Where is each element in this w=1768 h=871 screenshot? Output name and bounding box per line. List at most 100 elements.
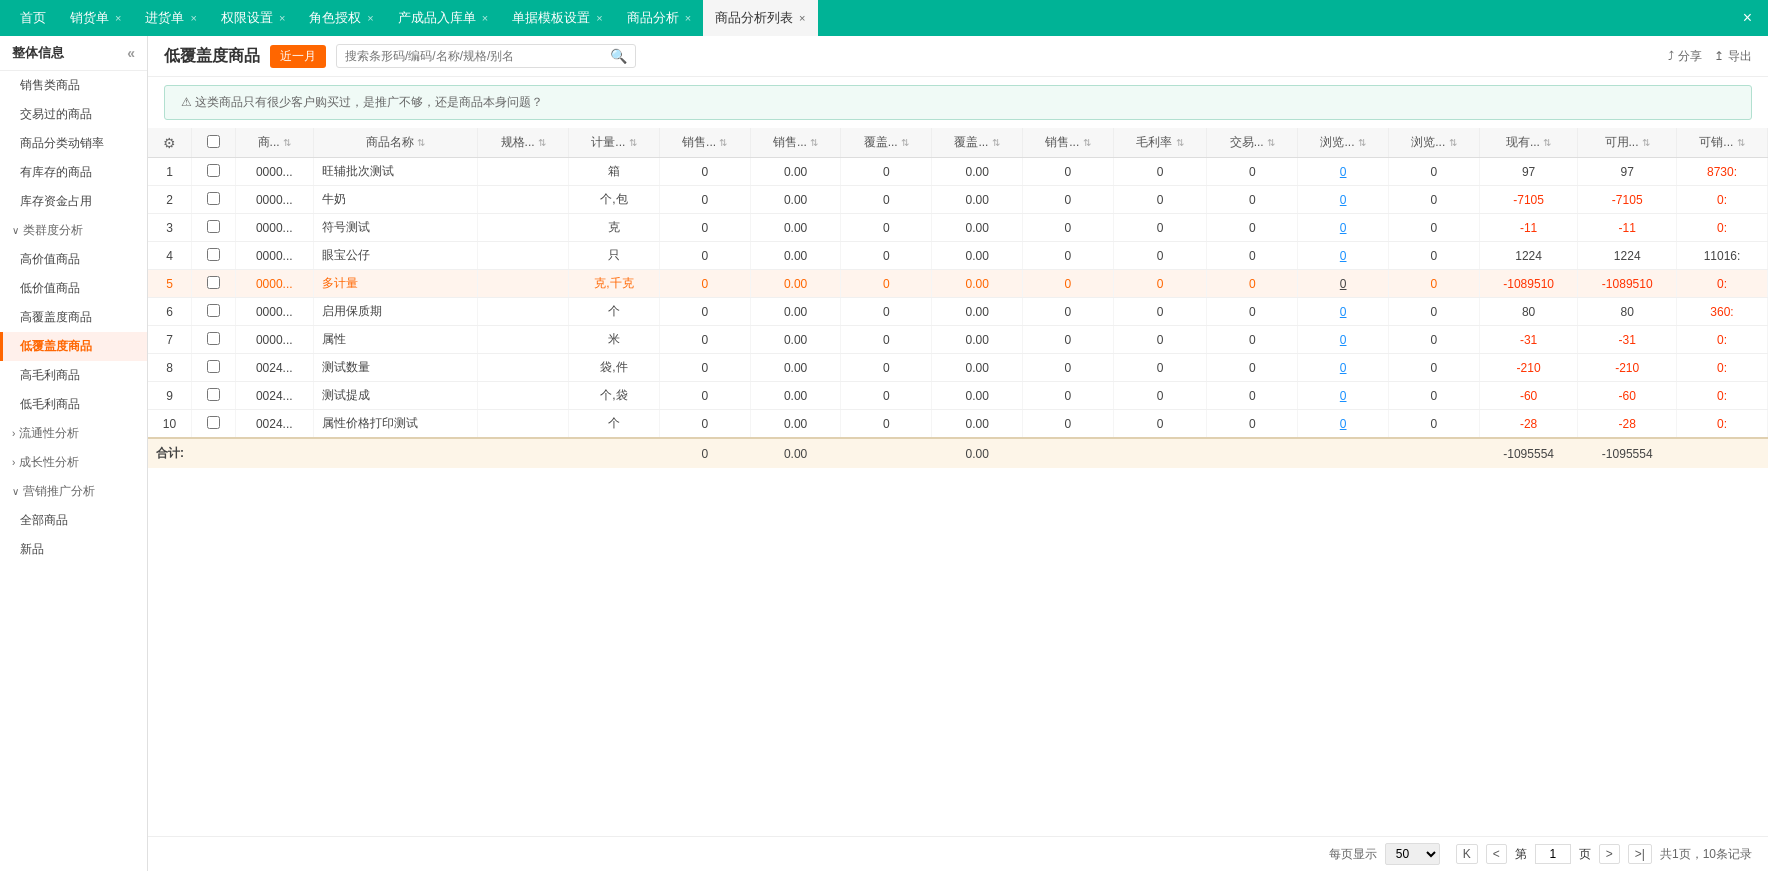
row-browse1[interactable]: 0 bbox=[1298, 158, 1389, 186]
nav-home[interactable]: 首页 bbox=[8, 0, 58, 36]
col-browse1[interactable]: 浏览... ⇅ bbox=[1298, 128, 1389, 158]
sidebar-group-growth[interactable]: › 成长性分析 bbox=[0, 448, 147, 477]
row-checkbox[interactable] bbox=[191, 214, 235, 242]
col-gross-margin[interactable]: 毛利率 ⇅ bbox=[1113, 128, 1207, 158]
sidebar-item-stocked-goods[interactable]: 有库存的商品 bbox=[0, 158, 147, 187]
sidebar-item-sales-goods[interactable]: 销售类商品 bbox=[0, 71, 147, 100]
page-size-select[interactable]: 50 20 100 200 bbox=[1385, 843, 1440, 865]
date-filter-button[interactable]: 近一月 bbox=[270, 45, 326, 68]
row-current-qty: -31 bbox=[1479, 326, 1578, 354]
export-button[interactable]: ↥ 导出 bbox=[1714, 48, 1752, 65]
share-button[interactable]: ⤴ 分享 bbox=[1668, 48, 1702, 65]
col-name[interactable]: 商品名称 ⇅ bbox=[313, 128, 478, 158]
nav-sales[interactable]: 销货单 × bbox=[58, 0, 133, 36]
row-browse1[interactable]: 0 bbox=[1298, 410, 1389, 439]
nav-templates-close[interactable]: × bbox=[596, 12, 602, 24]
nav-purchase-close[interactable]: × bbox=[190, 12, 196, 24]
col-sales-rate[interactable]: 销售... ⇅ bbox=[1023, 128, 1114, 158]
nav-purchase[interactable]: 进货单 × bbox=[133, 0, 208, 36]
sidebar-item-high-value[interactable]: 高价值商品 bbox=[0, 245, 147, 274]
row-sales-amount: 0.00 bbox=[750, 270, 841, 298]
table-container[interactable]: ⚙ 商... ⇅ 商品名称 ⇅ 规格... ⇅ 计量... ⇅ 销售... ⇅ … bbox=[148, 128, 1768, 836]
nav-templates[interactable]: 单据模板设置 × bbox=[500, 0, 614, 36]
settings-icon[interactable]: ⚙ bbox=[163, 135, 176, 151]
prev-page-button[interactable]: < bbox=[1486, 844, 1507, 864]
row-browse1[interactable]: 0 bbox=[1298, 298, 1389, 326]
col-spec[interactable]: 规格... ⇅ bbox=[478, 128, 569, 158]
nav-analysis-list[interactable]: 商品分析列表 × bbox=[703, 0, 817, 36]
col-checkbox[interactable] bbox=[191, 128, 235, 158]
row-checkbox[interactable] bbox=[191, 382, 235, 410]
row-code: 0024... bbox=[235, 410, 313, 439]
row-browse1[interactable]: 0 bbox=[1298, 242, 1389, 270]
nav-products-close[interactable]: × bbox=[482, 12, 488, 24]
search-icon[interactable]: 🔍 bbox=[610, 48, 627, 64]
sidebar-item-high-margin[interactable]: 高毛利商品 bbox=[0, 361, 147, 390]
col-current-qty[interactable]: 现有... ⇅ bbox=[1479, 128, 1578, 158]
sidebar-group-flow[interactable]: › 流通性分析 bbox=[0, 419, 147, 448]
last-page-button[interactable]: >| bbox=[1628, 844, 1652, 864]
sort-sales-amount-icon: ⇅ bbox=[810, 137, 818, 148]
col-sales-amount[interactable]: 销售... ⇅ bbox=[750, 128, 841, 158]
row-checkbox[interactable] bbox=[191, 186, 235, 214]
row-checkbox[interactable] bbox=[191, 298, 235, 326]
row-browse1[interactable]: 0 bbox=[1298, 186, 1389, 214]
col-coverage2[interactable]: 覆盖... ⇅ bbox=[932, 128, 1023, 158]
page-input[interactable] bbox=[1535, 844, 1571, 864]
sidebar-item-traded-goods[interactable]: 交易过的商品 bbox=[0, 100, 147, 129]
col-transaction[interactable]: 交易... ⇅ bbox=[1207, 128, 1298, 158]
row-browse1[interactable]: 0 bbox=[1298, 382, 1389, 410]
col-coverage1[interactable]: 覆盖... ⇅ bbox=[841, 128, 932, 158]
sidebar-collapse-btn[interactable]: « bbox=[127, 45, 135, 61]
row-coverage1: 0 bbox=[841, 326, 932, 354]
nav-analysis[interactable]: 商品分析 × bbox=[615, 0, 703, 36]
row-checkbox[interactable] bbox=[191, 326, 235, 354]
col-unit[interactable]: 计量... ⇅ bbox=[569, 128, 660, 158]
search-input[interactable] bbox=[345, 49, 606, 63]
row-checkbox[interactable] bbox=[191, 410, 235, 439]
nav-permissions[interactable]: 权限设置 × bbox=[209, 0, 297, 36]
nav-products[interactable]: 产成品入库单 × bbox=[386, 0, 500, 36]
col-code[interactable]: 商... ⇅ bbox=[235, 128, 313, 158]
nav-roles[interactable]: 角色授权 × bbox=[297, 0, 385, 36]
nav-close-all-btn[interactable]: × bbox=[1735, 9, 1760, 27]
sidebar-item-low-coverage[interactable]: 低覆盖度商品 bbox=[0, 332, 147, 361]
sidebar-item-high-coverage[interactable]: 高覆盖度商品 bbox=[0, 303, 147, 332]
nav-analysis-list-close[interactable]: × bbox=[799, 12, 805, 24]
row-checkbox[interactable] bbox=[191, 354, 235, 382]
sidebar-group-marketing[interactable]: ∨ 营销推广分析 bbox=[0, 477, 147, 506]
nav-analysis-close[interactable]: × bbox=[685, 12, 691, 24]
row-sales-amount: 0.00 bbox=[750, 354, 841, 382]
col-settings[interactable]: ⚙ bbox=[148, 128, 191, 158]
sort-sales-qty-icon: ⇅ bbox=[719, 137, 727, 148]
row-checkbox[interactable] bbox=[191, 158, 235, 186]
sidebar-group-coverage[interactable]: ∨ 类群度分析 bbox=[0, 216, 147, 245]
select-all-checkbox[interactable] bbox=[207, 135, 220, 148]
nav-roles-close[interactable]: × bbox=[367, 12, 373, 24]
sidebar-item-new-goods[interactable]: 新品 bbox=[0, 535, 147, 564]
row-transaction: 0 bbox=[1207, 382, 1298, 410]
row-browse1[interactable]: 0 bbox=[1298, 326, 1389, 354]
sidebar-item-category-rate[interactable]: 商品分类动销率 bbox=[0, 129, 147, 158]
col-saleable[interactable]: 可销... ⇅ bbox=[1677, 128, 1768, 158]
header-actions: ⤴ 分享 ↥ 导出 bbox=[1668, 48, 1752, 65]
sidebar-item-low-value[interactable]: 低价值商品 bbox=[0, 274, 147, 303]
row-sales-rate: 0 bbox=[1023, 326, 1114, 354]
col-sales-qty[interactable]: 销售... ⇅ bbox=[659, 128, 750, 158]
sidebar-item-low-margin[interactable]: 低毛利商品 bbox=[0, 390, 147, 419]
row-browse1[interactable]: 0 bbox=[1298, 214, 1389, 242]
sidebar-item-all-goods[interactable]: 全部商品 bbox=[0, 506, 147, 535]
row-sales-amount: 0.00 bbox=[750, 242, 841, 270]
row-browse1[interactable]: 0 bbox=[1298, 354, 1389, 382]
nav-permissions-close[interactable]: × bbox=[279, 12, 285, 24]
row-checkbox[interactable] bbox=[191, 270, 235, 298]
row-browse1[interactable]: 0 bbox=[1298, 270, 1389, 298]
next-page-button[interactable]: > bbox=[1599, 844, 1620, 864]
nav-sales-close[interactable]: × bbox=[115, 12, 121, 24]
sidebar-item-inventory-capital[interactable]: 库存资金占用 bbox=[0, 187, 147, 216]
col-browse2[interactable]: 浏览... ⇅ bbox=[1389, 128, 1480, 158]
first-page-button[interactable]: K bbox=[1456, 844, 1478, 864]
col-available-qty[interactable]: 可用... ⇅ bbox=[1578, 128, 1677, 158]
page-size-label: 每页显示 bbox=[1329, 846, 1377, 863]
row-checkbox[interactable] bbox=[191, 242, 235, 270]
